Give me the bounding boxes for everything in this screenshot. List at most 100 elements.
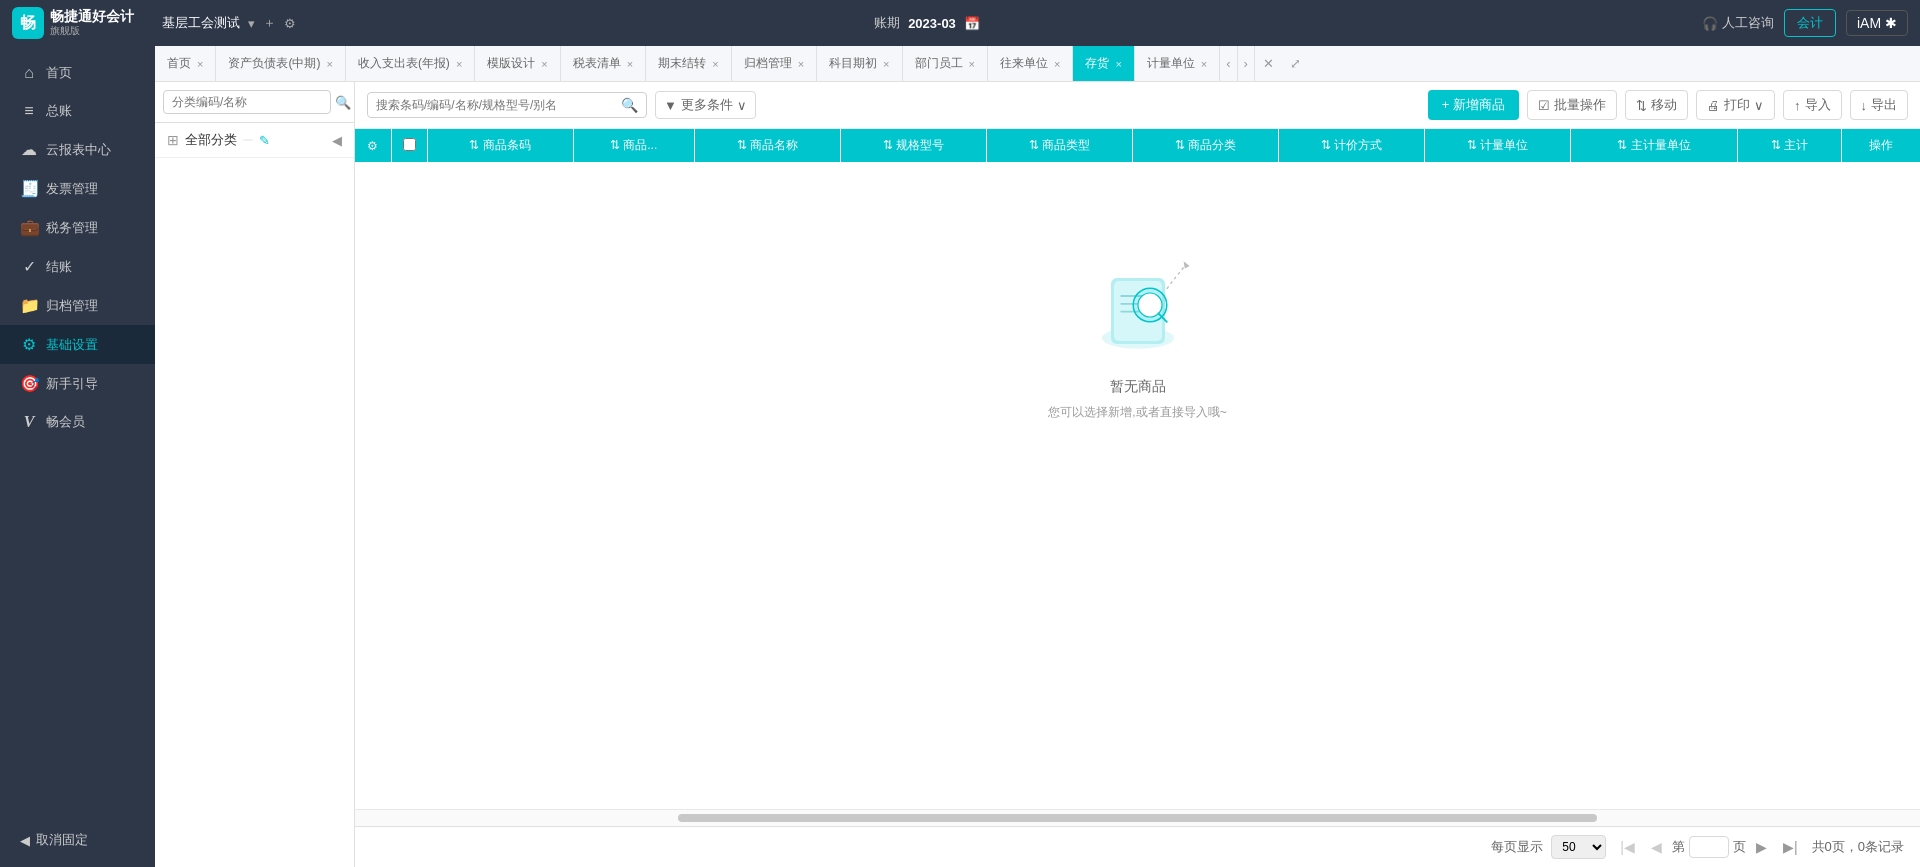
table-container[interactable]: ⚙ ⇅ 商品条码 ⇅ — [355, 129, 1920, 809]
collapse-panel-icon[interactable]: ◀ — [332, 133, 342, 148]
edit-category-icon[interactable]: ✎ — [259, 133, 270, 148]
sidebar-item-archive[interactable]: 📁 归档管理 — [0, 286, 155, 325]
more-filter-btn[interactable]: ▼ 更多条件 ∨ — [655, 91, 756, 119]
tab-subject-close[interactable]: × — [883, 58, 889, 70]
tab-archive[interactable]: 归档管理 × — [732, 46, 817, 82]
print-btn[interactable]: 🖨 打印 ∨ — [1696, 90, 1775, 120]
sidebar-item-tax[interactable]: 💼 税务管理 — [0, 208, 155, 247]
sidebar-item-invoice[interactable]: 🧾 发票管理 — [0, 169, 155, 208]
col-barcode-header[interactable]: ⇅ 商品条码 — [427, 129, 573, 162]
sidebar-item-member[interactable]: V 畅会员 — [0, 403, 155, 441]
tab-balance-sheet[interactable]: 资产负债表(中期) × — [216, 46, 345, 82]
col-pricing-header[interactable]: ⇅ 计价方式 — [1278, 129, 1424, 162]
tab-template-design[interactable]: 模版设计 × — [475, 46, 560, 82]
add-product-btn[interactable]: + 新增商品 — [1428, 90, 1519, 120]
tab-income-statement[interactable]: 收入支出表(年报) × — [346, 46, 475, 82]
newbie-icon: 🎯 — [20, 374, 38, 393]
col-pricing-label: 计价方式 — [1334, 138, 1382, 152]
account-btn[interactable]: 会计 — [1784, 9, 1836, 37]
config-icon[interactable]: ⚙ — [367, 139, 378, 153]
move-btn[interactable]: ⇅ 移动 — [1625, 90, 1688, 120]
page-content: 🔍 ⊞ 全部分类 ✎ ◀ 🔍 — [155, 82, 1920, 867]
add-company-btn[interactable]: ＋ — [263, 14, 276, 32]
table-body: 暂无商品 您可以选择新增,或者直接导入哦~ — [355, 162, 1920, 501]
product-search-icon[interactable]: 🔍 — [621, 97, 638, 113]
batch-operation-btn[interactable]: ☑ 批量操作 — [1527, 90, 1617, 120]
col-name-header[interactable]: ⇅ 商品名称 — [694, 129, 840, 162]
col-config-header[interactable]: ⚙ — [355, 129, 391, 162]
col-code-label: 商品... — [623, 138, 657, 152]
empty-desc: 您可以选择新增,或者直接导入哦~ — [1048, 404, 1226, 421]
sidebar-item-close-account[interactable]: ✓ 结账 — [0, 247, 155, 286]
tab-contacts-close[interactable]: × — [1054, 58, 1060, 70]
print-dropdown-icon: ∨ — [1754, 98, 1764, 113]
company-name: 基层工会测试 — [162, 14, 240, 32]
next-page-btn[interactable]: ▶ — [1750, 837, 1773, 857]
tab-contacts[interactable]: 往来单位 × — [988, 46, 1073, 82]
sidebar-item-home[interactable]: ⌂ 首页 — [0, 54, 155, 92]
category-search-input[interactable] — [163, 90, 331, 114]
tab-archive-close[interactable]: × — [798, 58, 804, 70]
col-spec-header[interactable]: ⇅ 规格型号 — [840, 129, 986, 162]
product-search-bar[interactable]: 🔍 — [367, 92, 647, 118]
tab-dept-close[interactable]: × — [969, 58, 975, 70]
print-icon: 🖨 — [1707, 98, 1720, 113]
col-category-header[interactable]: ⇅ 商品分类 — [1132, 129, 1278, 162]
tab-tax-list[interactable]: 税表清单 × — [561, 46, 646, 82]
tab-income-close[interactable]: × — [456, 58, 462, 70]
all-categories-item[interactable]: ⊞ 全部分类 ✎ ◀ — [155, 123, 354, 158]
tab-home-close[interactable]: × — [197, 58, 203, 70]
tab-template-close[interactable]: × — [541, 58, 547, 70]
tab-inventory-close[interactable]: × — [1115, 58, 1121, 70]
export-btn[interactable]: ↓ 导出 — [1850, 90, 1909, 120]
tab-nav-next[interactable]: › — [1238, 46, 1255, 82]
col-code-header[interactable]: ⇅ 商品... — [573, 129, 694, 162]
tab-measurement[interactable]: 计量单位 × — [1135, 46, 1220, 82]
page-input[interactable]: 1 — [1689, 836, 1729, 858]
tab-template-label: 模版设计 — [487, 55, 535, 72]
tab-period-transfer[interactable]: 期末结转 × — [646, 46, 731, 82]
select-all-checkbox[interactable] — [403, 138, 416, 151]
first-page-btn[interactable]: |◀ — [1614, 837, 1641, 857]
category-search-icon[interactable]: 🔍 — [335, 95, 351, 110]
tab-balance-close[interactable]: × — [326, 58, 332, 70]
sidebar-label-cloud: 云报表中心 — [46, 141, 111, 159]
tab-expand[interactable]: ⤢ — [1282, 46, 1309, 82]
cancel-fixed-icon: ◀ — [20, 833, 30, 848]
tab-home[interactable]: 首页 × — [155, 46, 216, 82]
prev-page-btn[interactable]: ◀ — [1645, 837, 1668, 857]
col-type-header[interactable]: ⇅ 商品类型 — [986, 129, 1132, 162]
sidebar-item-ledger[interactable]: ≡ 总账 — [0, 92, 155, 130]
tab-subject-init[interactable]: 科目期初 × — [817, 46, 902, 82]
product-search-input[interactable] — [376, 98, 617, 112]
last-page-btn[interactable]: ▶| — [1777, 837, 1804, 857]
settings-icon: ⚙ — [20, 335, 38, 354]
sidebar-item-newbie[interactable]: 🎯 新手引导 — [0, 364, 155, 403]
settings-icon[interactable]: ⚙ — [284, 16, 296, 31]
customer-service-btn[interactable]: 🎧 人工咨询 — [1702, 14, 1774, 32]
company-dropdown-icon[interactable]: ▾ — [248, 16, 255, 31]
col-main-count-header[interactable]: ⇅ 主计 — [1738, 129, 1841, 162]
sidebar-item-cloud-report[interactable]: ☁ 云报表中心 — [0, 130, 155, 169]
col-check-header[interactable] — [391, 129, 427, 162]
calendar-icon[interactable]: 📅 — [964, 16, 980, 31]
sidebar-item-basic-settings[interactable]: ⚙ 基础设置 — [0, 325, 155, 364]
import-btn[interactable]: ↑ 导入 — [1783, 90, 1842, 120]
tab-close-all[interactable]: ✕ — [1255, 46, 1282, 82]
archive-icon: 📁 — [20, 296, 38, 315]
col-unit-header[interactable]: ⇅ 计量单位 — [1424, 129, 1570, 162]
tab-inventory[interactable]: 存货 × — [1073, 46, 1134, 82]
tab-measurement-close[interactable]: × — [1201, 58, 1207, 70]
empty-state: 暂无商品 您可以选择新增,或者直接导入哦~ — [355, 162, 1920, 501]
company-selector[interactable]: 基层工会测试 ▾ ＋ ⚙ — [162, 14, 864, 32]
tab-period-close[interactable]: × — [712, 58, 718, 70]
tab-nav-prev[interactable]: ‹ — [1220, 46, 1237, 82]
col-main-unit-header[interactable]: ⇅ 主计量单位 — [1570, 129, 1737, 162]
col-barcode-label: 商品条码 — [483, 138, 531, 152]
page-size-select[interactable]: 10 20 50 100 200 — [1551, 835, 1606, 859]
cancel-fixed-btn[interactable]: ◀ 取消固定 — [0, 821, 155, 859]
horizontal-scrollbar[interactable] — [355, 809, 1920, 826]
pagination-nav: |◀ ◀ 第 1 页 ▶ ▶| — [1614, 836, 1803, 858]
tab-tax-close[interactable]: × — [627, 58, 633, 70]
tab-dept-staff[interactable]: 部门员工 × — [903, 46, 988, 82]
